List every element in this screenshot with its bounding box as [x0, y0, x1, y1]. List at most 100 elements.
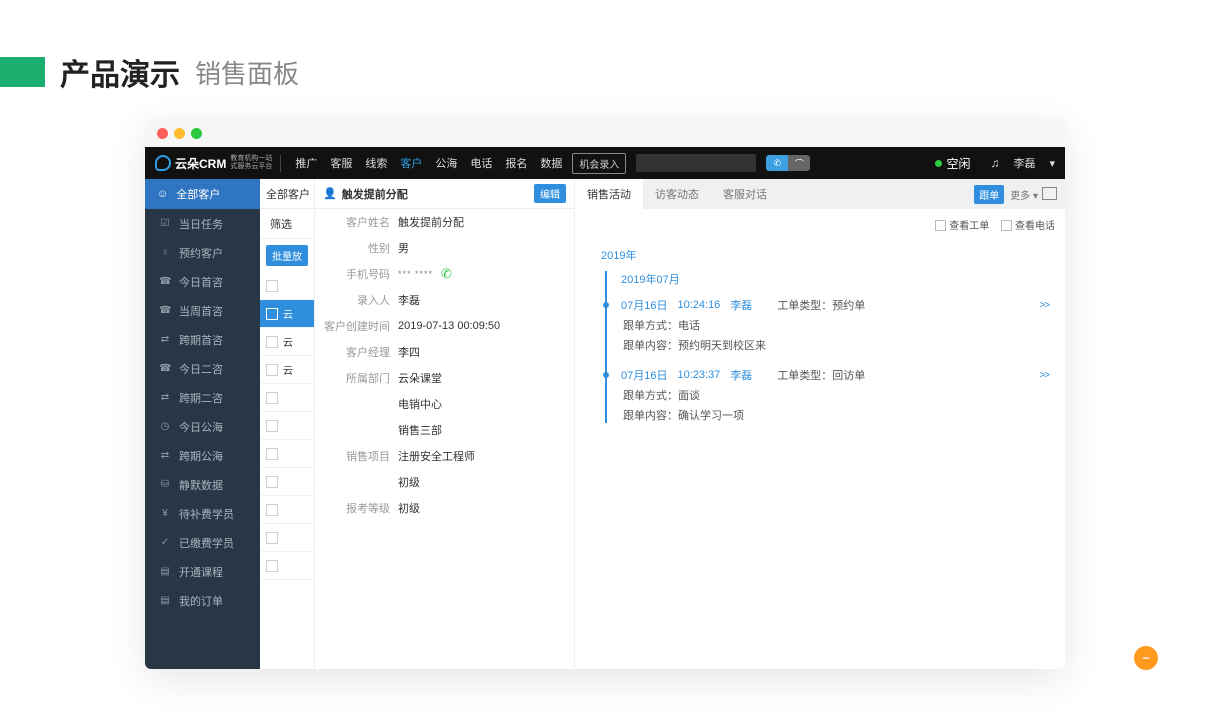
sidebar-item-9[interactable]: ⛁静默数据: [145, 470, 260, 499]
entry-content: 跟单内容：确认学习一项: [621, 407, 1049, 423]
checkbox[interactable]: [266, 308, 278, 320]
customer-detail: 👤 触发提前分配 编辑 客户姓名触发提前分配性别男手机号码*** ****✆录入…: [315, 179, 575, 669]
follow-button[interactable]: 跟单: [974, 185, 1004, 204]
list-row[interactable]: [260, 384, 314, 412]
timeline-entry[interactable]: 07月16日10:24:16李磊工单类型：预约单>>跟单方式：电话跟单内容：预约…: [621, 297, 1049, 353]
nav-link-2[interactable]: 线索: [365, 155, 387, 171]
sidebar-icon: ▤: [159, 595, 171, 606]
filter-row[interactable]: 筛选: [260, 209, 314, 239]
status-indicator[interactable]: 空闲: [935, 155, 970, 172]
entry-expand-icon[interactable]: >>: [1039, 370, 1049, 381]
phone-hangup-icon[interactable]: ⌒: [788, 155, 810, 171]
sidebar-item-5[interactable]: ☎今日二咨: [145, 354, 260, 383]
page-title: 产品演示: [60, 50, 180, 94]
checkbox[interactable]: [266, 476, 278, 488]
check-phone[interactable]: 查看电话: [1001, 217, 1055, 232]
logo[interactable]: 云朵CRM 教育机构一站 式服务云平台: [155, 155, 281, 172]
checkbox[interactable]: [266, 280, 278, 292]
list-row[interactable]: [260, 440, 314, 468]
detail-field: 客户姓名触发提前分配: [315, 209, 574, 235]
entry-expand-icon[interactable]: >>: [1039, 300, 1049, 311]
field-label: 手机号码: [323, 266, 398, 282]
user-icon: ☺: [157, 188, 168, 200]
max-dot[interactable]: [191, 128, 202, 139]
checkbox[interactable]: [266, 504, 278, 516]
sidebar-item-8[interactable]: ⇄跨期公海: [145, 441, 260, 470]
sidebar-item-10[interactable]: ¥待补费学员: [145, 499, 260, 528]
sidebar-item-13[interactable]: ▤我的订单: [145, 586, 260, 615]
sidebar-item-11[interactable]: ✓已缴费学员: [145, 528, 260, 557]
activity-tab-0[interactable]: 销售活动: [575, 179, 643, 209]
phone-controls[interactable]: ✆ ⌒: [766, 155, 810, 171]
field-value: 初级: [398, 474, 566, 490]
list-row[interactable]: 云: [260, 300, 314, 328]
list-row[interactable]: 云: [260, 328, 314, 356]
list-row[interactable]: [260, 496, 314, 524]
min-dot[interactable]: [174, 128, 185, 139]
sidebar-item-2[interactable]: ☎今日首咨: [145, 267, 260, 296]
sidebar-icon: ☎: [159, 305, 171, 316]
search-input[interactable]: [636, 154, 756, 172]
checkbox[interactable]: [266, 364, 278, 376]
list-row[interactable]: [260, 552, 314, 580]
activity-tab-2[interactable]: 客服对话: [711, 179, 779, 209]
sidebar-item-7[interactable]: ◷今日公海: [145, 412, 260, 441]
list-row[interactable]: [260, 468, 314, 496]
timeline-entry[interactable]: 07月16日10:23:37李磊工单类型：回访单>>跟单方式：面谈跟单内容：确认…: [621, 367, 1049, 423]
list-row[interactable]: [260, 272, 314, 300]
sidebar-item-4[interactable]: ⇄跨期首咨: [145, 325, 260, 354]
nav-link-4[interactable]: 公海: [435, 155, 457, 171]
opportunity-button[interactable]: 机会录入: [572, 153, 626, 174]
check-ticket[interactable]: 查看工单: [935, 217, 989, 232]
sidebar-label: 已缴费学员: [179, 535, 234, 551]
close-dot[interactable]: [157, 128, 168, 139]
nav-link-1[interactable]: 客服: [330, 155, 352, 171]
popout-icon[interactable]: [1044, 189, 1057, 200]
activity-filter-bar: 查看工单 查看电话: [575, 209, 1065, 239]
sidebar-icon: ¥: [159, 508, 171, 519]
nav-link-5[interactable]: 电话: [470, 155, 492, 171]
checkbox[interactable]: [266, 392, 278, 404]
sidebar-item-12[interactable]: ▤开通课程: [145, 557, 260, 586]
batch-button[interactable]: 批量放: [266, 245, 308, 266]
sidebar-icon: ▤: [159, 566, 171, 577]
bell-icon[interactable]: ♫: [990, 156, 999, 170]
checkbox[interactable]: [266, 448, 278, 460]
sidebar-item-3[interactable]: ☎当周首咨: [145, 296, 260, 325]
list-row[interactable]: [260, 524, 314, 552]
detail-field: 手机号码*** ****✆: [315, 261, 574, 287]
entry-date: 07月16日: [621, 297, 667, 313]
phone-icon[interactable]: ✆: [441, 266, 452, 282]
edit-button[interactable]: 编辑: [534, 184, 566, 203]
list-row[interactable]: [260, 412, 314, 440]
checkbox[interactable]: [266, 532, 278, 544]
checkbox[interactable]: [266, 420, 278, 432]
sidebar: ☺ 全部客户 ☑当日任务♀预约客户☎今日首咨☎当周首咨⇄跨期首咨☎今日二咨⇄跨期…: [145, 179, 260, 669]
phone-call-icon[interactable]: ✆: [766, 155, 788, 171]
field-value: 销售三部: [398, 422, 566, 438]
row-text: 云: [283, 306, 293, 321]
user-name[interactable]: 李磊: [1013, 155, 1035, 171]
fab-button[interactable]: −: [1134, 646, 1158, 670]
user-menu-chevron-icon[interactable]: ▾: [1049, 157, 1055, 170]
sidebar-icon: ⇄: [159, 334, 171, 345]
field-label: 录入人: [323, 292, 398, 308]
nav-link-6[interactable]: 报名: [505, 155, 527, 171]
sidebar-header[interactable]: ☺ 全部客户: [145, 179, 260, 209]
detail-field: 客户创建时间2019-07-13 00:09:50: [315, 313, 574, 339]
checkbox[interactable]: [266, 336, 278, 348]
activity-tab-1[interactable]: 访客动态: [643, 179, 711, 209]
sidebar-item-6[interactable]: ⇄跨期二咨: [145, 383, 260, 412]
sidebar-item-0[interactable]: ☑当日任务: [145, 209, 260, 238]
nav-link-7[interactable]: 数据: [540, 155, 562, 171]
sidebar-item-1[interactable]: ♀预约客户: [145, 238, 260, 267]
nav-link-0[interactable]: 推广: [295, 155, 317, 171]
field-label: 客户姓名: [323, 214, 398, 230]
timeline-year: 2019年: [601, 247, 1049, 263]
checkbox[interactable]: [266, 560, 278, 572]
more-button[interactable]: 更多 ▾: [1010, 187, 1038, 202]
detail-title: 触发提前分配: [342, 186, 408, 202]
nav-link-3[interactable]: 客户: [400, 155, 422, 171]
mac-titlebar: [145, 119, 1065, 147]
list-row[interactable]: 云: [260, 356, 314, 384]
